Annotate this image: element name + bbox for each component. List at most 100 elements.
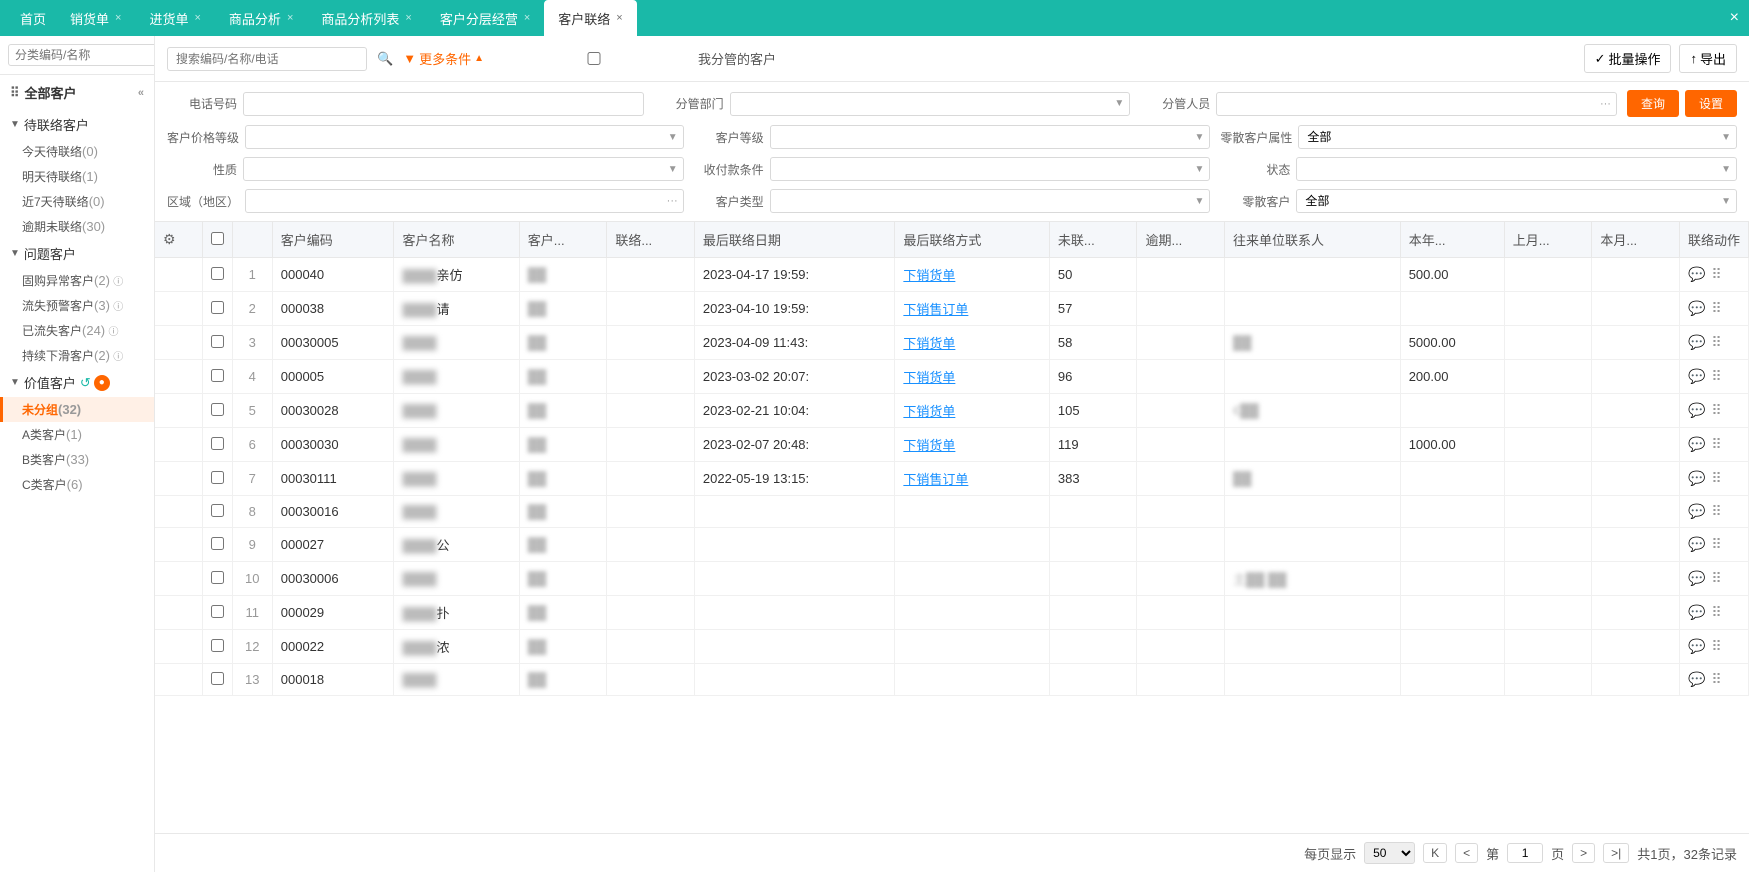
price-level-select[interactable] <box>245 125 684 149</box>
row-checkbox[interactable] <box>202 258 232 292</box>
chat-action-icon[interactable]: 💬 <box>1688 604 1705 621</box>
tab-customer-contact[interactable]: 客户联络 × <box>544 0 636 36</box>
row-checkbox[interactable] <box>202 528 232 562</box>
region-more-icon[interactable]: ··· <box>667 195 678 207</box>
close-customer-contact-tab[interactable]: × <box>616 12 622 24</box>
contact-method-link[interactable]: 下销货单 <box>903 268 955 283</box>
retail-attr-select[interactable]: 全部 <box>1298 125 1737 149</box>
problem-customers-section[interactable]: ▼ 问题客户 <box>0 239 154 268</box>
batch-operation-button[interactable]: ✓ 批量操作 <box>1584 44 1672 73</box>
sidebar-item-c-class[interactable]: C类客户(6) <box>0 472 154 497</box>
chat-action-icon[interactable]: 💬 <box>1688 266 1705 283</box>
select-all-checkbox[interactable] <box>211 232 224 245</box>
row-checkbox[interactable] <box>202 496 232 528</box>
close-purchase-tab[interactable]: × <box>194 12 200 24</box>
chat-action-icon[interactable]: 💬 <box>1688 402 1705 419</box>
chat-action-icon[interactable]: 💬 <box>1688 503 1705 520</box>
export-button[interactable]: ↑ 导出 <box>1679 44 1737 73</box>
all-customers-header[interactable]: ⠿ 全部客户 « <box>0 75 154 110</box>
contact-method-link[interactable]: 下销售订单 <box>903 472 968 487</box>
close-sales-tab[interactable]: × <box>115 12 121 24</box>
search-input[interactable] <box>167 47 367 71</box>
search-icon[interactable]: 🔍 <box>377 51 393 67</box>
row-checkbox[interactable] <box>202 292 232 326</box>
per-page-select[interactable]: 50 20 100 <box>1364 842 1415 864</box>
sidebar-item-b-class[interactable]: B类客户(33) <box>0 447 154 472</box>
contact-method-link[interactable]: 下销售订单 <box>903 302 968 317</box>
contact-method-link[interactable]: 下销货单 <box>903 336 955 351</box>
customer-type-select[interactable] <box>770 189 1211 213</box>
row-checkbox[interactable] <box>202 596 232 630</box>
row-checkbox[interactable] <box>202 360 232 394</box>
pending-customers-section[interactable]: ▼ 待联络客户 <box>0 110 154 139</box>
sidebar-item-abnormal[interactable]: 固购异常客户(2) ⓘ <box>0 268 154 293</box>
sidebar-item-today-pending[interactable]: 今天待联络(0) <box>0 139 154 164</box>
close-analysis-tab[interactable]: × <box>287 12 293 24</box>
my-customers-filter[interactable]: 我分管的客户 <box>494 49 776 68</box>
sidebar-item-loss-warning[interactable]: 流失预警客户(3) ⓘ <box>0 293 154 318</box>
prev-page-button[interactable]: < <box>1455 843 1478 863</box>
more-filters-btn[interactable]: ▼ 更多条件 ▲ <box>403 49 484 68</box>
grid-action-icon[interactable]: ⠿ <box>1711 671 1721 688</box>
sidebar-item-overdue-pending[interactable]: 逾期未联络(30) <box>0 214 154 239</box>
chat-action-icon[interactable]: 💬 <box>1688 470 1705 487</box>
tab-analysis-list[interactable]: 商品分析列表 × <box>307 0 425 36</box>
sidebar-item-lost[interactable]: 已流失客户(24) ⓘ <box>0 318 154 343</box>
window-close-button[interactable]: × <box>1730 9 1739 27</box>
category-search-input[interactable] <box>8 44 155 66</box>
chat-action-icon[interactable]: 💬 <box>1688 436 1705 453</box>
tab-home[interactable]: 首页 <box>10 0 56 36</box>
grid-action-icon[interactable]: ⠿ <box>1711 300 1721 317</box>
first-page-button[interactable]: K <box>1423 843 1447 863</box>
row-checkbox[interactable] <box>202 630 232 664</box>
chat-action-icon[interactable]: 💬 <box>1688 334 1705 351</box>
grid-action-icon[interactable]: ⠿ <box>1711 368 1721 385</box>
row-checkbox[interactable] <box>202 326 232 360</box>
column-settings-button[interactable]: ⚙ <box>163 231 176 248</box>
manager-input[interactable] <box>1216 92 1617 116</box>
close-customer-segment-tab[interactable]: × <box>524 12 530 24</box>
chat-action-icon[interactable]: 💬 <box>1688 638 1705 655</box>
chat-action-icon[interactable]: 💬 <box>1688 300 1705 317</box>
grid-action-icon[interactable]: ⠿ <box>1711 570 1721 587</box>
grid-action-icon[interactable]: ⠿ <box>1711 604 1721 621</box>
customer-level-select[interactable] <box>770 125 1211 149</box>
contact-method-link[interactable]: 下销货单 <box>903 370 955 385</box>
my-customers-checkbox[interactable] <box>494 52 694 65</box>
grid-action-icon[interactable]: ⠿ <box>1711 470 1721 487</box>
grid-action-icon[interactable]: ⠿ <box>1711 266 1721 283</box>
sidebar-item-tomorrow-pending[interactable]: 明天待联络(1) <box>0 164 154 189</box>
close-analysis-list-tab[interactable]: × <box>405 12 411 24</box>
tab-purchase[interactable]: 进货单 × <box>135 0 214 36</box>
next-page-button[interactable]: > <box>1572 843 1595 863</box>
row-checkbox[interactable] <box>202 664 232 696</box>
chat-action-icon[interactable]: 💬 <box>1688 671 1705 688</box>
nature-select[interactable] <box>243 157 684 181</box>
row-checkbox[interactable] <box>202 562 232 596</box>
tab-customer-segment[interactable]: 客户分层经营 × <box>426 0 544 36</box>
sidebar-item-a-class[interactable]: A类客户(1) <box>0 422 154 447</box>
dept-select[interactable] <box>730 92 1131 116</box>
query-button[interactable]: 查询 <box>1627 90 1679 117</box>
sidebar-collapse-btn[interactable]: « <box>138 87 144 99</box>
grid-action-icon[interactable]: ⠿ <box>1711 536 1721 553</box>
chat-action-icon[interactable]: 💬 <box>1688 368 1705 385</box>
value-customers-section[interactable]: ▼ 价值客户 ↺ ● <box>0 368 154 397</box>
grid-action-icon[interactable]: ⠿ <box>1711 503 1721 520</box>
contact-method-link[interactable]: 下销货单 <box>903 404 955 419</box>
grid-action-icon[interactable]: ⠿ <box>1711 402 1721 419</box>
chat-action-icon[interactable]: 💬 <box>1688 570 1705 587</box>
tab-analysis[interactable]: 商品分析 × <box>215 0 307 36</box>
value-refresh-icon[interactable]: ↺ <box>80 375 91 391</box>
status-select[interactable] <box>1296 157 1737 181</box>
last-page-button[interactable]: >| <box>1603 843 1629 863</box>
grid-action-icon[interactable]: ⠿ <box>1711 334 1721 351</box>
phone-input[interactable] <box>243 92 644 116</box>
tab-sales[interactable]: 销货单 × <box>56 0 135 36</box>
grid-action-icon[interactable]: ⠿ <box>1711 638 1721 655</box>
contact-method-link[interactable]: 下销货单 <box>903 438 955 453</box>
row-checkbox[interactable] <box>202 462 232 496</box>
grid-action-icon[interactable]: ⠿ <box>1711 436 1721 453</box>
sidebar-item-7days-pending[interactable]: 近7天待联络(0) <box>0 189 154 214</box>
page-number-input[interactable] <box>1507 843 1543 863</box>
